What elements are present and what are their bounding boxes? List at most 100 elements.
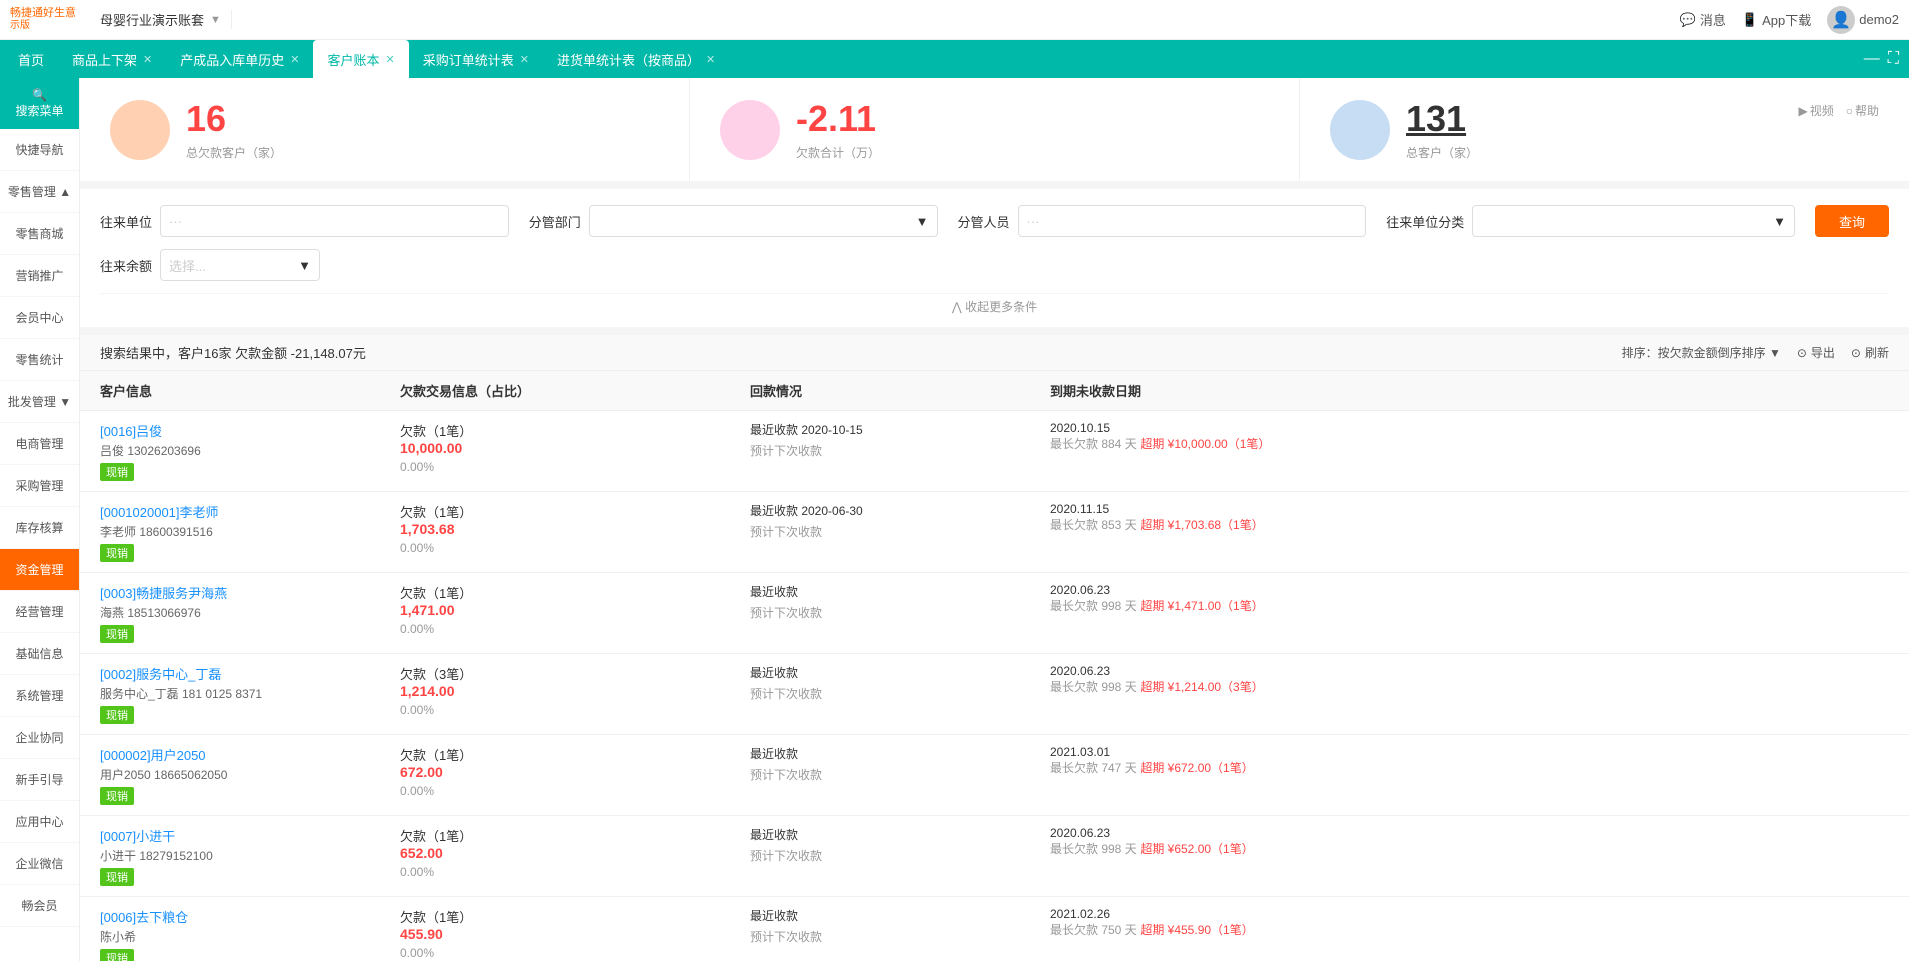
customer-tag: 现销	[100, 544, 134, 562]
sidebar-item-new-guide[interactable]: 新手引导	[0, 759, 79, 801]
table-row: [0007]小进干 小进干 18279152100 现销 欠款（1笔） 652.…	[80, 816, 1909, 897]
message-btn[interactable]: 💬 消息	[1680, 10, 1726, 29]
tab-purchase-stats[interactable]: 采购订单统计表 ✕	[409, 40, 543, 78]
stat-debt-amount: ! -2.11 欠款合计（万）	[690, 78, 1300, 181]
sidebar-item-purchase[interactable]: 采购管理	[0, 465, 79, 507]
dept-select[interactable]: ▼	[589, 205, 938, 237]
source-unit-input[interactable]: ···	[160, 205, 509, 237]
tab-customer-account[interactable]: 客户账本 ✕	[313, 40, 408, 78]
results-summary: 搜索结果中，客户16家 欠款金额 -21,148.07元	[100, 343, 366, 362]
customer-info-cell: [0001020001]李老师 李老师 18600391516 现销	[100, 502, 400, 562]
search-button[interactable]: 查询	[1815, 205, 1889, 237]
customer-tag: 现销	[100, 787, 134, 805]
refresh-btn[interactable]: ⊙ 刷新	[1851, 344, 1889, 361]
tab-close-icon[interactable]: ✕	[290, 53, 299, 66]
overdue-link[interactable]: 超期 ¥10,000.00（1笔）	[1140, 437, 1270, 451]
sidebar-item-vip-member[interactable]: 畅会员	[0, 885, 79, 927]
sidebar-quick-nav[interactable]: 快捷导航	[0, 129, 79, 171]
customer-tag: 现销	[100, 868, 134, 886]
person-input[interactable]: ···	[1018, 205, 1367, 237]
message-icon: 💬	[1680, 12, 1696, 28]
video-icon: ▶	[1798, 104, 1807, 118]
debt-info-cell: 欠款（1笔） 1,703.68 0.00%	[400, 502, 750, 555]
tab-close-icon[interactable]: ✕	[706, 53, 715, 66]
customer-sub: 用户2050 18665062050	[100, 766, 400, 783]
overdue-link[interactable]: 超期 ¥455.90（1笔）	[1140, 923, 1253, 937]
sort-label[interactable]: 排序：按欠款金额倒序排序 ▼	[1622, 344, 1781, 361]
customer-name-link[interactable]: [0006]去下粮仓	[100, 907, 400, 926]
unit-category-select[interactable]: ▼	[1472, 205, 1795, 237]
sidebar-item-app-center[interactable]: 应用中心	[0, 801, 79, 843]
customer-name-link[interactable]: [000002]用户2050	[100, 745, 400, 764]
filter-balance: 往来余额 选择... ▼	[100, 249, 1889, 281]
balance-select[interactable]: 选择... ▼	[160, 249, 320, 281]
sidebar-item-retail-mgmt[interactable]: 零售管理 ▲	[0, 171, 79, 213]
tab-close-icon[interactable]: ✕	[386, 53, 395, 66]
sidebar-item-operations[interactable]: 经营管理	[0, 591, 79, 633]
store-selector[interactable]: 母婴行业演示账套 ▼	[90, 10, 232, 29]
customer-name-link[interactable]: [0003]畅捷服务尹海燕	[100, 583, 400, 602]
video-link[interactable]: ▶ 视频	[1798, 102, 1833, 119]
tab-product-history[interactable]: 产成品入库单历史 ✕	[166, 40, 313, 78]
logo-area: 畅捷通好生意 示版	[10, 7, 90, 32]
maximize-icon[interactable]: ⛶	[1888, 50, 1899, 68]
svg-text:¥: ¥	[134, 120, 146, 140]
customer-name-link[interactable]: [0001020001]李老师	[100, 502, 400, 521]
tab-incoming-stats[interactable]: 进货单统计表（按商品） ✕	[543, 40, 729, 78]
overdue-link[interactable]: 超期 ¥1,214.00（3笔）	[1140, 680, 1263, 694]
sidebar-item-inventory[interactable]: 库存核算	[0, 507, 79, 549]
customer-tag: 现销	[100, 706, 134, 724]
customer-info-cell: [0002]服务中心_丁磊 服务中心_丁磊 181 0125 8371 现销	[100, 664, 400, 724]
overdue-link[interactable]: 超期 ¥1,703.68（1笔）	[1140, 518, 1263, 532]
customer-name-link[interactable]: [0016]吕俊	[100, 421, 400, 440]
dropdown-arrow-icon: ▼	[210, 14, 221, 26]
sidebar-item-enterprise-collab[interactable]: 企业协同	[0, 717, 79, 759]
sidebar-item-wholesale[interactable]: 批发管理 ▼	[0, 381, 79, 423]
overdue-link[interactable]: 超期 ¥672.00（1笔）	[1140, 761, 1253, 775]
app-download-btn[interactable]: 📱 App下载	[1742, 10, 1811, 29]
data-table: 客户信息 欠款交易信息（占比） 回款情况 到期未收款日期 [0016]吕俊 吕俊…	[80, 371, 1909, 961]
tab-close-icon[interactable]: ✕	[520, 53, 529, 66]
tab-home[interactable]: 首页	[4, 40, 58, 78]
overdue-cell: 2020.06.23 最长欠款 998 天 超期 ¥1,471.00（1笔）	[1050, 583, 1889, 614]
help-link[interactable]: ○ 帮助	[1846, 102, 1879, 119]
total-customers-num: 131	[1406, 98, 1478, 140]
collapse-icon: ⋀	[952, 300, 962, 314]
sidebar-item-basic-info[interactable]: 基础信息	[0, 633, 79, 675]
collapse-button[interactable]: ⋀ 收起更多条件	[100, 293, 1889, 319]
minimize-icon[interactable]: —	[1864, 50, 1880, 68]
stats-bar: ¥ 16 总欠款客户（家） ! -2.11 欠款合计（万）	[80, 78, 1909, 181]
tab-close-icon[interactable]: ✕	[143, 53, 152, 66]
sidebar-item-finance[interactable]: 资金管理	[0, 549, 79, 591]
user-avatar[interactable]: 👤 demo2	[1827, 6, 1899, 34]
avatar: 👤	[1827, 6, 1855, 34]
customer-info-cell: [000002]用户2050 用户2050 18665062050 现销	[100, 745, 400, 805]
sidebar-item-system[interactable]: 系统管理	[0, 675, 79, 717]
debt-info-cell: 欠款（3笔） 1,214.00 0.00%	[400, 664, 750, 717]
filter-area: 往来单位 ··· 分管部门 ▼ 分管人员 ···	[80, 189, 1909, 327]
th-recovery: 回款情况	[750, 381, 1050, 400]
table-header: 客户信息 欠款交易信息（占比） 回款情况 到期未收款日期	[80, 371, 1909, 411]
customer-info-cell: [0016]吕俊 吕俊 13026203696 现销	[100, 421, 400, 481]
customer-name-link[interactable]: [0007]小进干	[100, 826, 400, 845]
sidebar-item-enterprise-wechat[interactable]: 企业微信	[0, 843, 79, 885]
chevron-down-icon: ▼	[298, 258, 311, 273]
filter-row-2: 往来余额 选择... ▼	[100, 249, 1889, 281]
sidebar-search[interactable]: 🔍 搜索菜单	[0, 78, 79, 129]
overdue-link[interactable]: 超期 ¥652.00（1笔）	[1140, 842, 1253, 856]
results-bar: 搜索结果中，客户16家 欠款金额 -21,148.07元 排序：按欠款金额倒序排…	[80, 335, 1909, 371]
customer-name-link[interactable]: [0002]服务中心_丁磊	[100, 664, 400, 683]
sidebar-item-retail-stats[interactable]: 零售统计	[0, 339, 79, 381]
customer-info-cell: [0006]去下粮仓 陈小希 现销	[100, 907, 400, 961]
customer-tag: 现销	[100, 463, 134, 481]
sidebar-item-member[interactable]: 会员中心	[0, 297, 79, 339]
export-btn[interactable]: ⊙ 导出	[1797, 344, 1835, 361]
overdue-cell: 2020.06.23 最长欠款 998 天 超期 ¥652.00（1笔）	[1050, 826, 1889, 857]
tab-products-shelf[interactable]: 商品上下架 ✕	[58, 40, 166, 78]
sidebar-item-ecommerce[interactable]: 电商管理	[0, 423, 79, 465]
overdue-cell: 2020.10.15 最长欠款 884 天 超期 ¥10,000.00（1笔）	[1050, 421, 1889, 452]
stat-debt-customers: ¥ 16 总欠款客户（家）	[80, 78, 690, 181]
overdue-link[interactable]: 超期 ¥1,471.00（1笔）	[1140, 599, 1263, 613]
sidebar-item-marketing[interactable]: 营销推广	[0, 255, 79, 297]
sidebar-item-retail-mall[interactable]: 零售商城	[0, 213, 79, 255]
